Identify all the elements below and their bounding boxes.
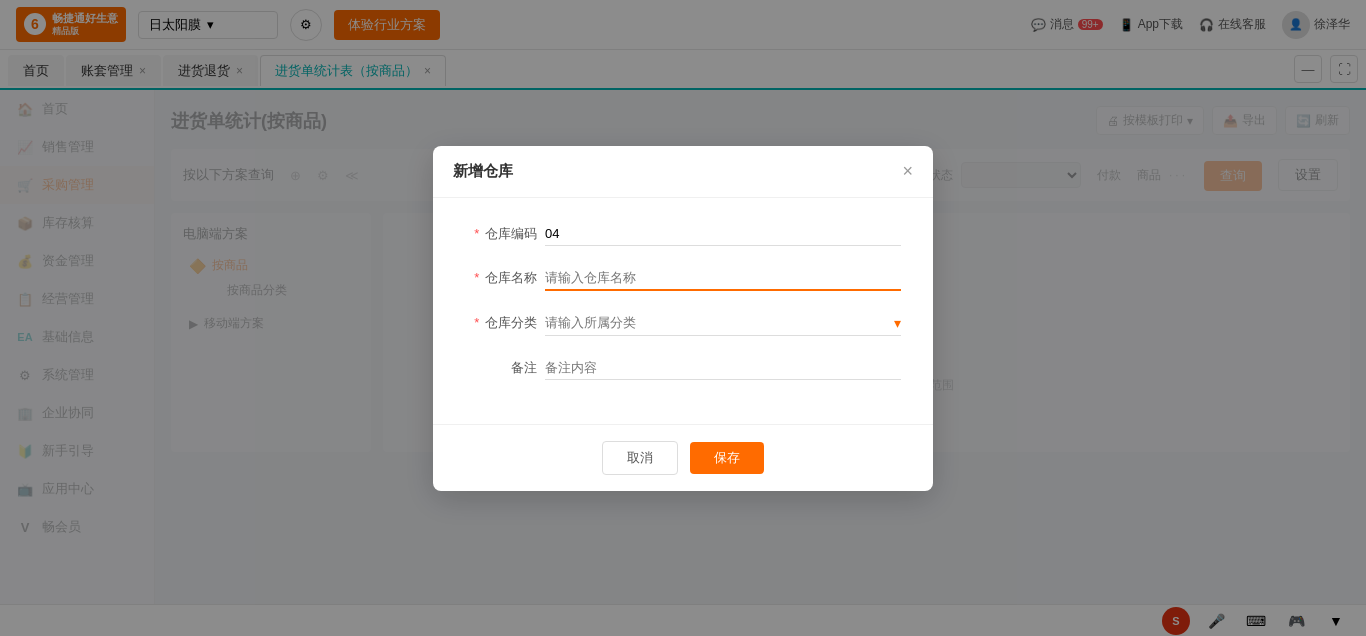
modal-title: 新增仓库 [453,162,513,181]
note-label: 备注 [465,359,545,377]
form-row-code: * 仓库编码 [465,222,901,246]
code-input[interactable] [545,222,901,246]
name-input[interactable] [545,266,901,291]
category-label: * 仓库分类 [465,314,545,332]
modal-header: 新增仓库 × [433,146,933,198]
code-required-mark: * [474,226,479,241]
category-arrow-icon: ▾ [894,315,901,331]
modal-body: * 仓库编码 * 仓库名称 * 仓库分类 [433,198,933,424]
modal-overlay: 新增仓库 × * 仓库编码 * 仓库名称 [0,0,1366,636]
form-row-note: 备注 [465,356,901,380]
cancel-button[interactable]: 取消 [602,441,678,475]
modal-footer: 取消 保存 [433,424,933,491]
name-label: * 仓库名称 [465,269,545,287]
code-label: * 仓库编码 [465,225,545,243]
modal-close-button[interactable]: × [902,162,913,180]
form-row-category: * 仓库分类 ▾ [465,311,901,336]
category-required-mark: * [474,315,479,330]
save-button[interactable]: 保存 [690,442,764,474]
add-warehouse-modal: 新增仓库 × * 仓库编码 * 仓库名称 [433,146,933,491]
name-required-mark: * [474,270,479,285]
form-row-name: * 仓库名称 [465,266,901,291]
note-input[interactable] [545,356,901,380]
category-input[interactable] [545,315,894,330]
category-select-wrapper: ▾ [545,311,901,336]
